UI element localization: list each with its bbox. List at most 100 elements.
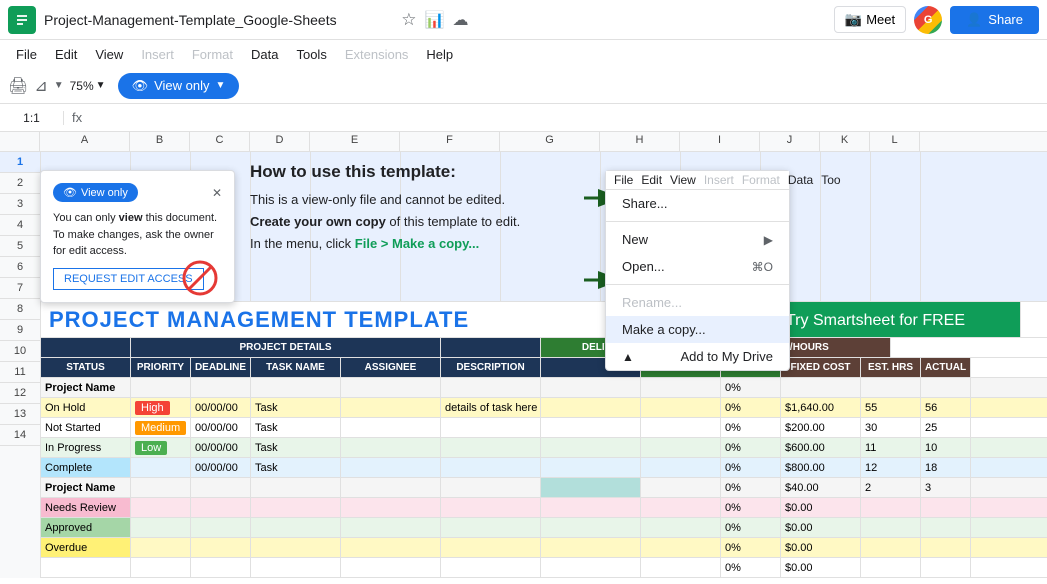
cell-deliv-14[interactable] (641, 558, 721, 577)
cell-fixed-14[interactable]: $0.00 (781, 558, 861, 577)
cell-status-13[interactable]: Overdue (41, 538, 131, 557)
cell-task-7[interactable]: Task (251, 418, 341, 437)
row-num-2[interactable]: 2 (0, 173, 40, 194)
row-num-4[interactable]: 4 (0, 215, 40, 236)
cell-task-8[interactable]: Task (251, 438, 341, 457)
cell-blank-10[interactable] (541, 478, 641, 497)
col-header-b[interactable]: B (130, 132, 190, 151)
col-header-d[interactable]: D (250, 132, 310, 151)
cell-desc-8[interactable] (441, 438, 541, 457)
cell-actual-5[interactable] (921, 378, 971, 397)
cell-assignee-12[interactable] (341, 518, 441, 537)
cell-hrs-5[interactable] (861, 378, 921, 397)
cell-priority-11[interactable] (131, 498, 191, 517)
cell-task-12[interactable] (251, 518, 341, 537)
row-num-7[interactable]: 7 (0, 278, 40, 299)
cell-fixed-13[interactable]: $0.00 (781, 538, 861, 557)
cell-desc-9[interactable] (441, 458, 541, 477)
cell-deliv-10[interactable] (641, 478, 721, 497)
cell-deadline-11[interactable] (191, 498, 251, 517)
dd-item-add-drive[interactable]: ▲ Add to My Drive (606, 343, 789, 370)
cell-hrs-13[interactable] (861, 538, 921, 557)
cell-hrs-12[interactable] (861, 518, 921, 537)
cell-pct-11[interactable]: 0% (721, 498, 781, 517)
share-button[interactable]: 👤 Share (950, 6, 1039, 34)
cell-blank-9[interactable] (541, 458, 641, 477)
history-icon[interactable]: 📊 (425, 10, 445, 30)
cell-status-11[interactable]: Needs Review (41, 498, 131, 517)
cell-blank-12[interactable] (541, 518, 641, 537)
col-header-h[interactable]: H (600, 132, 680, 151)
cell-pct-12[interactable]: 0% (721, 518, 781, 537)
cell-deadline-7[interactable]: 00/00/00 (191, 418, 251, 437)
cell-pct-10[interactable]: 0% (721, 478, 781, 497)
cell-desc-13[interactable] (441, 538, 541, 557)
cell-assignee-8[interactable] (341, 438, 441, 457)
cell-fixed-6[interactable]: $1,640.00 (781, 398, 861, 417)
cell-actual-8[interactable]: 10 (921, 438, 971, 457)
cell-pct-9[interactable]: 0% (721, 458, 781, 477)
menu-file[interactable]: File (8, 44, 45, 65)
cell-hrs-6[interactable]: 55 (861, 398, 921, 417)
col-header-i[interactable]: I (680, 132, 760, 151)
row-num-3[interactable]: 3 (0, 194, 40, 215)
cell-priority-14[interactable] (131, 558, 191, 577)
cell-status-6[interactable]: On Hold (41, 398, 131, 417)
cell-hrs-10[interactable]: 2 (861, 478, 921, 497)
cell-fixed-9[interactable]: $800.00 (781, 458, 861, 477)
cell-assignee-7[interactable] (341, 418, 441, 437)
col-header-g[interactable]: G (500, 132, 600, 151)
cell-actual-6[interactable]: 56 (921, 398, 971, 417)
cell-status-14[interactable] (41, 558, 131, 577)
filter-dropdown-icon[interactable]: ▼ (54, 80, 64, 91)
cell-priority-10[interactable] (131, 478, 191, 497)
dd-menu-data[interactable]: Data (788, 173, 813, 187)
view-only-button[interactable]: 👁 View only ▼ (118, 73, 240, 99)
cell-deliv-11[interactable] (641, 498, 721, 517)
cell-fixed-12[interactable]: $0.00 (781, 518, 861, 537)
cell-deliv-7[interactable] (641, 418, 721, 437)
cell-status-5[interactable]: Project Name (41, 378, 131, 397)
menu-data[interactable]: Data (243, 44, 286, 65)
row-num-1[interactable]: 1 (0, 152, 40, 173)
dd-menu-too[interactable]: Too (821, 173, 840, 187)
cell-task-11[interactable] (251, 498, 341, 517)
cell-deadline-10[interactable] (191, 478, 251, 497)
menu-view[interactable]: View (87, 44, 131, 65)
col-header-e[interactable]: E (310, 132, 400, 151)
cell-desc-6[interactable]: details of task here (441, 398, 541, 417)
zoom-control[interactable]: 75% ▼ (70, 79, 106, 93)
cell-hrs-9[interactable]: 12 (861, 458, 921, 477)
cell-l1[interactable] (871, 152, 921, 301)
row-num-11[interactable]: 11 (0, 362, 40, 383)
cell-priority-7[interactable]: Medium (131, 418, 191, 437)
dd-item-open[interactable]: Open... ⌘O (606, 253, 789, 280)
cell-task-10[interactable] (251, 478, 341, 497)
cell-status-7[interactable]: Not Started (41, 418, 131, 437)
dd-item-share[interactable]: Share... (606, 190, 789, 217)
dd-item-new[interactable]: New ▶ (606, 226, 789, 253)
cell-fixed-11[interactable]: $0.00 (781, 498, 861, 517)
cell-desc-11[interactable] (441, 498, 541, 517)
cell-deliv-13[interactable] (641, 538, 721, 557)
row-num-6[interactable]: 6 (0, 257, 40, 278)
menu-format[interactable]: Format (184, 44, 241, 65)
dd-menu-format[interactable]: Format (742, 173, 780, 187)
menu-extensions[interactable]: Extensions (337, 44, 417, 65)
cell-hrs-14[interactable] (861, 558, 921, 577)
cell-desc-12[interactable] (441, 518, 541, 537)
row-num-8[interactable]: 8 (0, 299, 40, 320)
menu-edit[interactable]: Edit (47, 44, 85, 65)
cell-priority-9[interactable] (131, 458, 191, 477)
cell-fixed-5[interactable] (781, 378, 861, 397)
cell-deliv-12[interactable] (641, 518, 721, 537)
cell-blank-14[interactable] (541, 558, 641, 577)
cell-deadline-13[interactable] (191, 538, 251, 557)
cell-deliv-9[interactable] (641, 458, 721, 477)
cell-task-5[interactable] (251, 378, 341, 397)
cell-status-10[interactable]: Project Name (41, 478, 131, 497)
dd-menu-file[interactable]: File (614, 173, 633, 187)
col-header-f[interactable]: F (400, 132, 500, 151)
col-header-a[interactable]: A (40, 132, 130, 151)
cell-assignee-14[interactable] (341, 558, 441, 577)
